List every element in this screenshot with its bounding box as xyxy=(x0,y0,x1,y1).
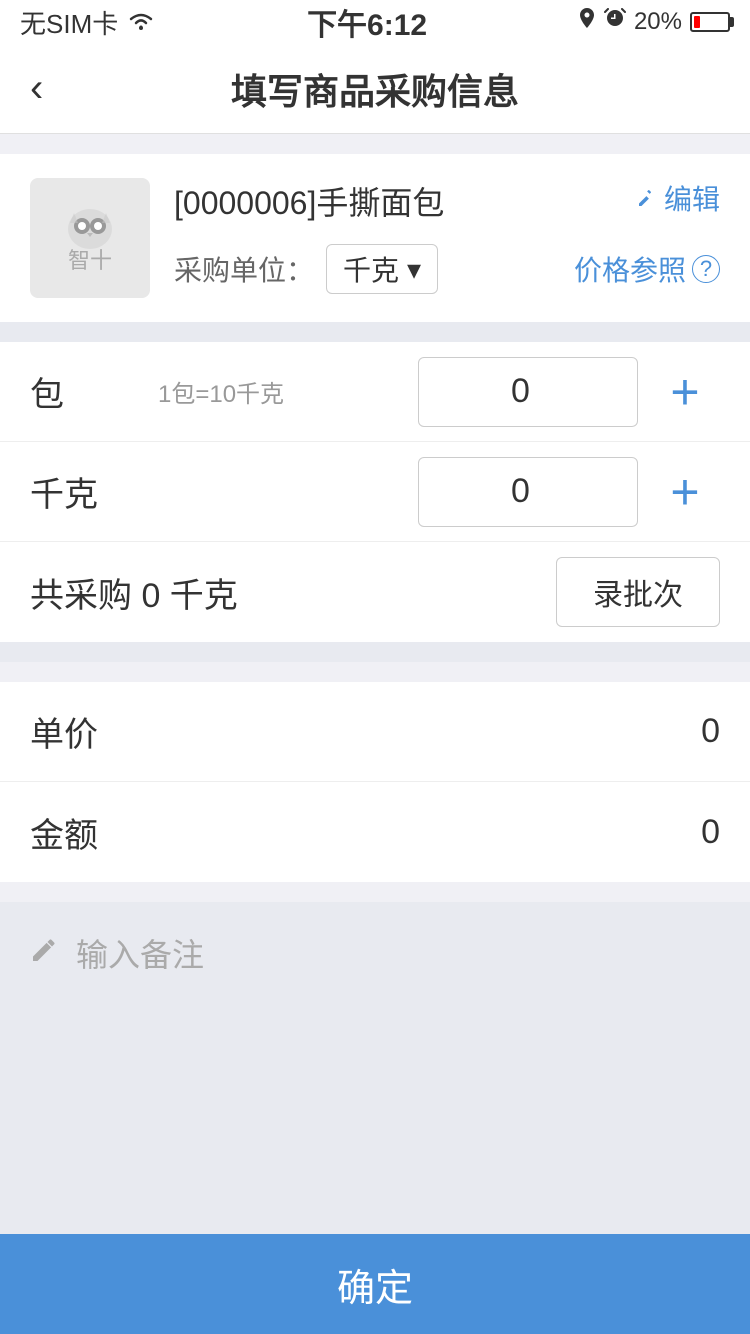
bag-quantity-input[interactable] xyxy=(418,357,638,427)
amount-row: 金额 0 xyxy=(0,782,750,882)
unit-price-row: 单价 0 xyxy=(0,682,750,782)
product-image: 智十 xyxy=(30,178,150,298)
nav-bar: ‹ 填写商品采购信息 xyxy=(0,44,750,134)
back-button[interactable]: ‹ xyxy=(30,66,43,111)
sim-text: 无SIM卡 xyxy=(20,4,118,41)
battery-percent: 20% xyxy=(634,8,682,36)
price-section: 单价 0 金额 0 xyxy=(0,682,750,882)
amount-value: 0 xyxy=(701,813,720,852)
notes-section[interactable]: 输入备注 xyxy=(0,902,750,1004)
wifi-icon xyxy=(126,7,156,38)
bag-input-row: 包 1包=10千克 + xyxy=(0,342,750,442)
notes-placeholder: 输入备注 xyxy=(76,930,204,976)
unit-dropdown[interactable]: 千克 ▾ xyxy=(326,244,438,294)
kg-plus-button[interactable]: + xyxy=(650,457,720,527)
pencil-icon xyxy=(30,934,60,972)
kg-label: 千克 xyxy=(30,467,150,516)
bag-sub-label: 1包=10千克 xyxy=(158,374,284,409)
status-bar: 无SIM卡 下午6:12 20% xyxy=(0,0,750,44)
status-right: 20% xyxy=(578,8,730,37)
product-header: [0000006]手撕面包 编辑 xyxy=(174,178,720,224)
help-icon: ? xyxy=(692,255,720,283)
section-divider-2 xyxy=(0,642,750,662)
location-icon xyxy=(578,8,596,37)
battery-icon xyxy=(690,12,730,32)
status-time: 下午6:12 xyxy=(307,0,427,44)
kg-quantity-input[interactable] xyxy=(418,457,638,527)
bag-plus-button[interactable]: + xyxy=(650,357,720,427)
confirm-button[interactable]: 确定 xyxy=(0,1234,750,1334)
input-section: 包 1包=10千克 + 千克 + xyxy=(0,342,750,542)
page-title: 填写商品采购信息 xyxy=(231,63,519,115)
alarm-icon xyxy=(604,8,626,37)
product-card: 智十 [0000006]手撕面包 编辑 采购单位： 千克 ▾ 价格参照 ? xyxy=(0,154,750,322)
kg-input-row: 千克 + xyxy=(0,442,750,542)
bag-input-right: + xyxy=(284,357,720,427)
price-ref-button[interactable]: 价格参照 ? xyxy=(574,249,720,289)
kg-input-right: + xyxy=(150,457,720,527)
owl-text: 智十 xyxy=(68,243,112,275)
total-row: 共采购 0 千克 录批次 xyxy=(0,542,750,642)
record-batch-button[interactable]: 录批次 xyxy=(556,557,720,627)
product-meta: 采购单位： 千克 ▾ 价格参照 ? xyxy=(174,244,720,294)
chevron-down-icon: ▾ xyxy=(407,253,421,286)
unit-price-label: 单价 xyxy=(30,707,98,756)
product-name: [0000006]手撕面包 xyxy=(174,178,444,224)
unit-price-value: 0 xyxy=(701,712,720,751)
section-divider-1 xyxy=(0,322,750,342)
unit-row: 采购单位： 千克 ▾ xyxy=(174,244,438,294)
edit-button[interactable]: 编辑 xyxy=(636,178,720,218)
amount-label: 金额 xyxy=(30,808,98,857)
product-info: [0000006]手撕面包 编辑 采购单位： 千克 ▾ 价格参照 ? xyxy=(174,178,720,294)
bag-label: 包 xyxy=(30,367,150,416)
status-left: 无SIM卡 xyxy=(20,4,156,41)
total-label: 共采购 0 千克 xyxy=(30,568,238,617)
